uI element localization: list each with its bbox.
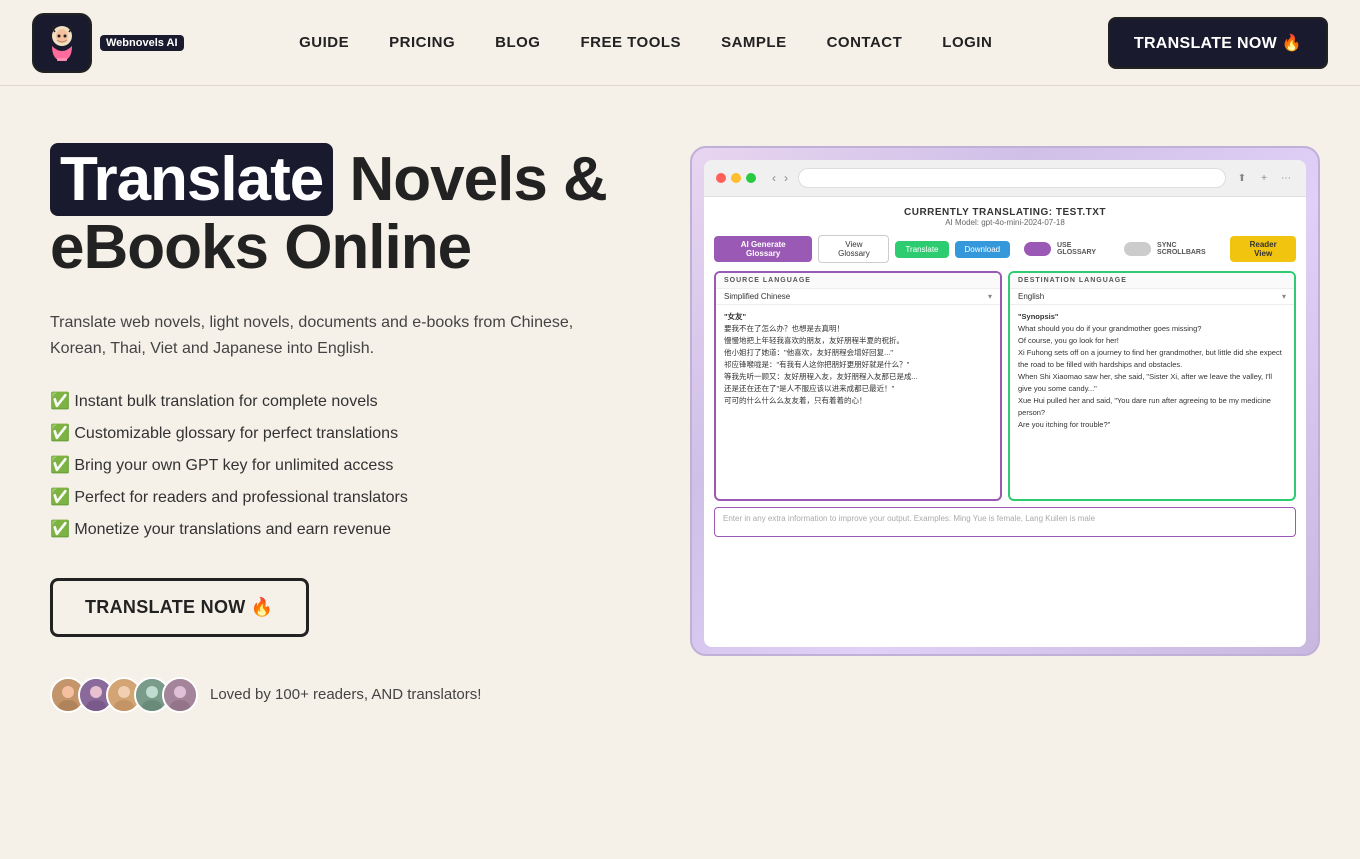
features-list: ✅ Instant bulk translation for complete … <box>50 390 630 542</box>
source-content[interactable]: "女友" 要我不在了怎么办？也想是去真明！ 慢慢地把上年轻我喜欢的朋友，友好朋程… <box>716 305 1000 479</box>
dest-line-8: When Shi Xiaomao saw her, she said, "Sis… <box>1018 371 1286 395</box>
app-header: CURRENTLY TRANSLATING: TEST.TXT AI Model… <box>714 207 1296 227</box>
app-screenshot: ‹ › ⬆ + ⋯ CURRENTLY TRANSLATING: TEST.TX… <box>690 146 1320 656</box>
hero-subtitle: Translate web novels, light novels, docu… <box>50 310 630 361</box>
ai-model-label: AI Model: gpt-4o-mini-2024-07-18 <box>714 218 1296 227</box>
source-line-3: 慢慢地把上年轻我喜欢的朋友，友好朋程半夏的祝折。 <box>724 335 992 347</box>
browser-nav: ‹ › <box>770 171 790 185</box>
hero-right: ‹ › ⬆ + ⋯ CURRENTLY TRANSLATING: TEST.TX… <box>690 146 1320 656</box>
bookmark-icon[interactable]: + <box>1256 170 1272 186</box>
source-line-4: 他小姐打了她道："他喜欢，友好朋程会增好回复..." <box>724 347 992 359</box>
feature-3: ✅ Bring your own GPT key for unlimited a… <box>50 454 630 478</box>
maximize-icon[interactable] <box>746 173 756 183</box>
forward-arrow-icon[interactable]: › <box>782 171 790 185</box>
header-translate-now-button[interactable]: TRANSLATE NOW 🔥 <box>1108 17 1328 69</box>
app-toolbar: AI Generate Glossary View Glossary Trans… <box>714 235 1296 263</box>
dest-lang-selector[interactable]: English ▾ <box>1010 289 1294 305</box>
dest-line-10: Xue Hui pulled her and said, "You dare r… <box>1018 395 1286 419</box>
hero-title: Translate Novels & eBooks Online <box>50 146 630 282</box>
source-line-2: 要我不在了怎么办？也想是去真明！ <box>724 323 992 335</box>
dest-line-6: Xi Fuhong sets off on a journey to find … <box>1018 347 1286 371</box>
source-panel: SOURCE LANGUAGE Simplified Chinese ▾ "女友… <box>714 271 1002 501</box>
nav-blog[interactable]: BLOG <box>495 34 540 51</box>
minimize-icon[interactable] <box>731 173 741 183</box>
browser-chrome: ‹ › ⬆ + ⋯ <box>704 160 1306 197</box>
main-nav: GUIDE PRICING BLOG FREE TOOLS SAMPLE CON… <box>299 34 992 51</box>
title-highlight: Translate <box>50 143 333 216</box>
source-line-5: 祁应锋喉咙是："有我有人这你把朋好更朋好就是什么？" <box>724 359 992 371</box>
source-line-7: 还是还在还在了"是人不服应该以进来成都已最近！" <box>724 383 992 395</box>
title-plain: Novels & <box>349 145 606 214</box>
feature-2: ✅ Customizable glossary for perfect tran… <box>50 422 630 446</box>
nav-login[interactable]: LOGIN <box>942 34 992 51</box>
view-glossary-button[interactable]: View Glossary <box>818 235 889 263</box>
nav-free-tools[interactable]: FREE TOOLS <box>580 34 681 51</box>
browser-body: CURRENTLY TRANSLATING: TEST.TXT AI Model… <box>704 197 1306 647</box>
translate-button[interactable]: Translate <box>895 241 948 258</box>
dest-lang-text: English <box>1018 292 1044 301</box>
social-proof: Loved by 100+ readers, AND translators! <box>50 677 630 713</box>
social-proof-text: Loved by 100+ readers, AND translators! <box>210 686 481 703</box>
destination-panel: DESTINATION LANGUAGE English ▾ "Synopsis… <box>1008 271 1296 501</box>
scrollbars-toggle-label: SYNC SCROLLBARS <box>1157 242 1224 256</box>
sync-scrollbars-toggle[interactable]: SYNC SCROLLBARS <box>1124 242 1224 256</box>
menu-icon[interactable]: ⋯ <box>1278 170 1294 186</box>
source-lang-selector[interactable]: Simplified Chinese ▾ <box>716 289 1000 305</box>
currently-translating-label: CURRENTLY TRANSLATING: TEST.TXT <box>714 207 1296 218</box>
nav-contact[interactable]: CONTACT <box>827 34 903 51</box>
context-input-placeholder: Enter in any extra information to improv… <box>723 514 1095 523</box>
source-lang-chevron: ▾ <box>988 292 992 301</box>
title-line2: eBooks Online <box>50 213 471 282</box>
avatars <box>50 677 198 713</box>
hero-translate-now-button[interactable]: TRANSLATE NOW 🔥 <box>50 578 309 637</box>
dest-line-4: Of course, you go look for her! <box>1018 335 1286 347</box>
address-bar[interactable] <box>798 168 1226 188</box>
avatar-5 <box>162 677 198 713</box>
nav-guide[interactable]: GUIDE <box>299 34 349 51</box>
glossary-toggle-switch[interactable] <box>1024 242 1051 256</box>
source-line-1: "女友" <box>724 311 992 323</box>
nav-sample[interactable]: SAMPLE <box>721 34 787 51</box>
download-button[interactable]: Download <box>955 241 1011 258</box>
translation-panels: SOURCE LANGUAGE Simplified Chinese ▾ "女友… <box>714 271 1296 501</box>
back-arrow-icon[interactable]: ‹ <box>770 171 778 185</box>
dest-panel-header: DESTINATION LANGUAGE <box>1010 273 1294 289</box>
use-glossary-toggle[interactable]: USE GLOSSARY <box>1024 242 1110 256</box>
feature-5: ✅ Monetize your translations and earn re… <box>50 518 630 542</box>
glossary-toggle-label: USE GLOSSARY <box>1057 242 1110 256</box>
feature-4: ✅ Perfect for readers and professional t… <box>50 486 630 510</box>
reader-view-button[interactable]: Reader View <box>1230 236 1296 262</box>
source-lang-text: Simplified Chinese <box>724 292 790 301</box>
source-panel-header: SOURCE LANGUAGE <box>716 273 1000 289</box>
dest-content[interactable]: "Synopsis" What should you do if your gr… <box>1010 305 1294 479</box>
nav-pricing[interactable]: PRICING <box>389 34 455 51</box>
scrollbars-toggle-switch[interactable] <box>1124 242 1151 256</box>
close-icon[interactable] <box>716 173 726 183</box>
source-line-6: 等我先听一顾又：友好朋程入友，友好朋程入友那已是成... <box>724 371 992 383</box>
context-input[interactable]: Enter in any extra information to improv… <box>714 507 1296 537</box>
main-content: Translate Novels & eBooks Online Transla… <box>0 86 1360 753</box>
dest-lang-chevron: ▾ <box>1282 292 1286 301</box>
hero-left: Translate Novels & eBooks Online Transla… <box>50 146 630 713</box>
ai-generate-glossary-button[interactable]: AI Generate Glossary <box>714 236 812 262</box>
dest-line-1: "Synopsis" <box>1018 311 1286 323</box>
dest-line-12: Are you itching for trouble?" <box>1018 419 1286 431</box>
dest-line-2: What should you do if your grandmother g… <box>1018 323 1286 335</box>
header: Webnovels AI GUIDE PRICING BLOG FREE TOO… <box>0 0 1360 86</box>
browser-icons: ⬆ + ⋯ <box>1234 170 1294 186</box>
logo[interactable]: Webnovels AI <box>32 13 184 73</box>
share-icon[interactable]: ⬆ <box>1234 170 1250 186</box>
source-line-8: 可可的什么什么么友友着，只有着着的心！ <box>724 395 992 407</box>
traffic-lights <box>716 173 756 183</box>
feature-1: ✅ Instant bulk translation for complete … <box>50 390 630 414</box>
logo-icon <box>32 13 92 73</box>
logo-badge: Webnovels AI <box>100 35 184 51</box>
